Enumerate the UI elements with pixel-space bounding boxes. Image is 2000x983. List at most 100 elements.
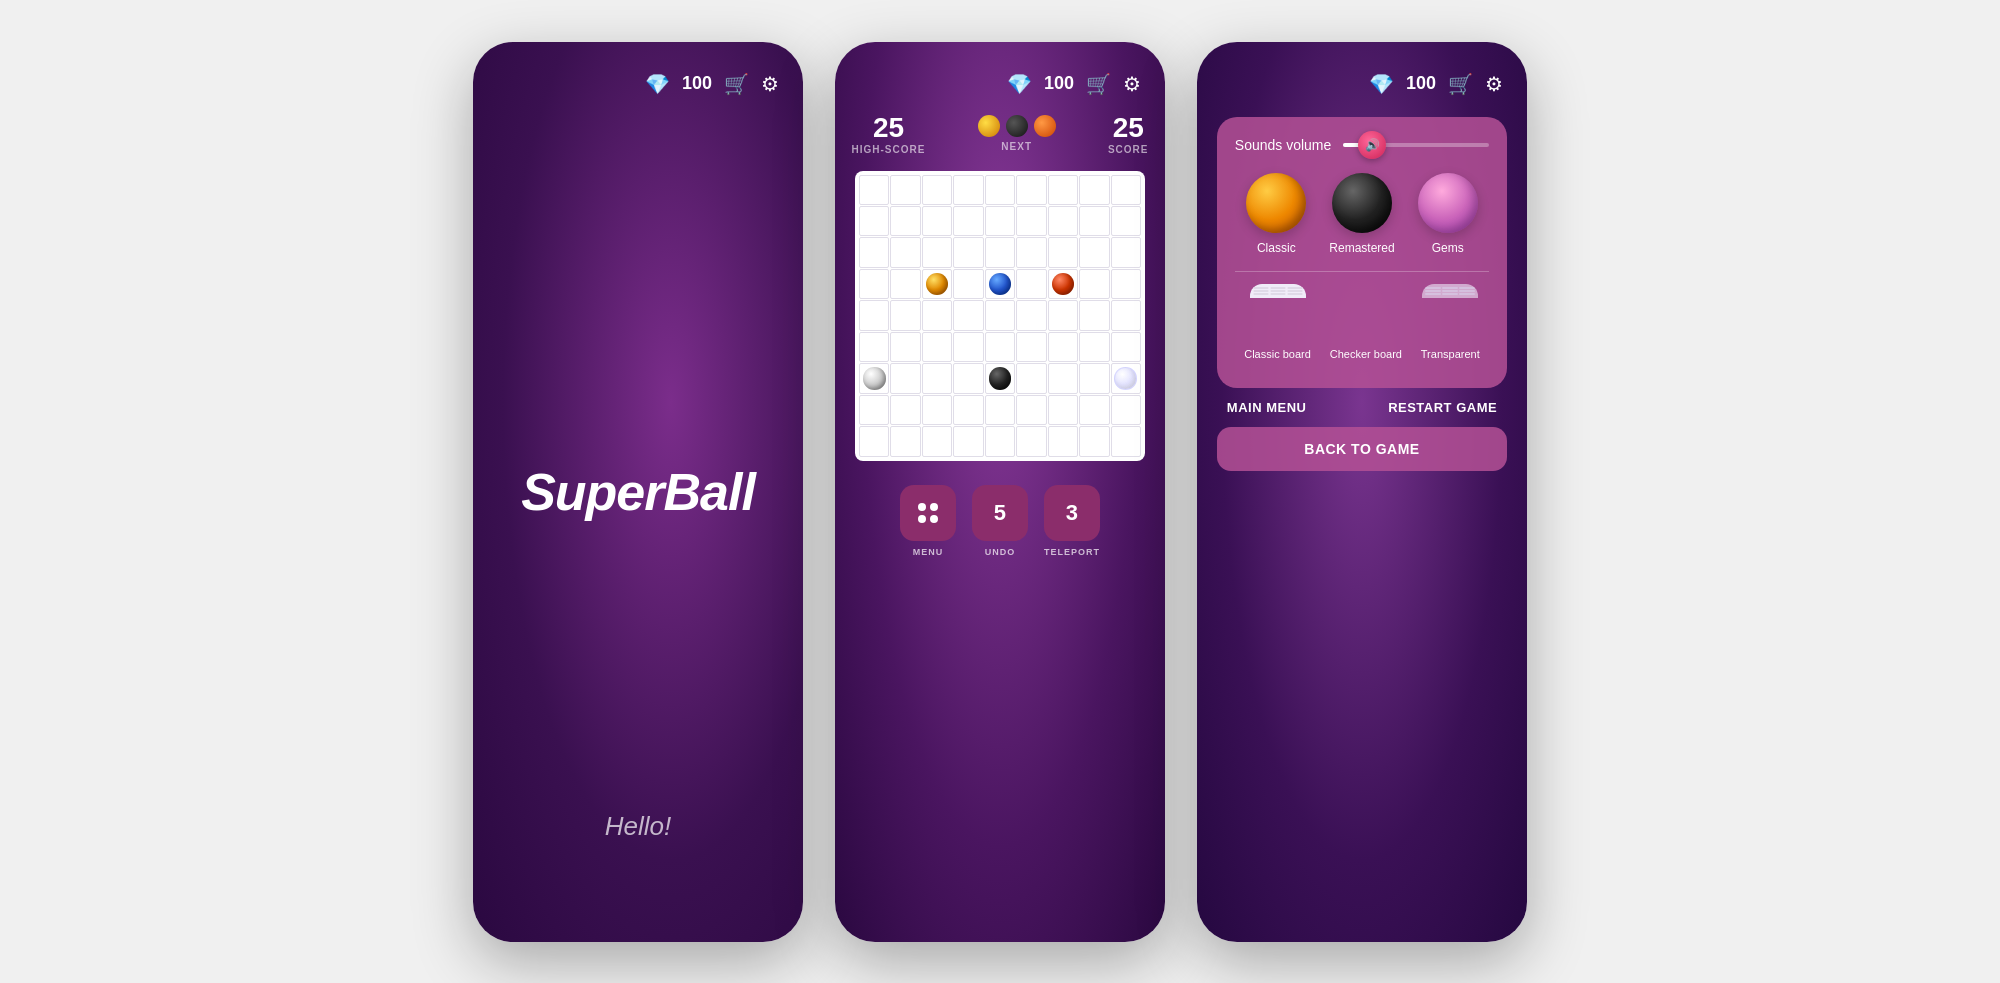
cell-3-8[interactable] (1079, 237, 1109, 267)
cart-button-1[interactable]: 🛒 (724, 72, 749, 96)
cell-7-4[interactable] (953, 363, 983, 393)
cell-6-8[interactable] (1079, 332, 1109, 362)
cell-1-8[interactable] (1079, 175, 1109, 205)
cell-8-3[interactable] (922, 395, 952, 425)
cell-9-8[interactable] (1079, 426, 1109, 456)
cell-9-6[interactable] (1016, 426, 1046, 456)
cell-3-7[interactable] (1048, 237, 1078, 267)
cell-6-9[interactable] (1111, 332, 1141, 362)
menu-button[interactable] (900, 485, 956, 541)
cell-8-6[interactable] (1016, 395, 1046, 425)
cell-1-9[interactable] (1111, 175, 1141, 205)
cell-2-7[interactable] (1048, 206, 1078, 236)
cell-7-5[interactable] (985, 363, 1015, 393)
cell-7-7[interactable] (1048, 363, 1078, 393)
cell-7-6[interactable] (1016, 363, 1046, 393)
cell-2-1[interactable] (859, 206, 889, 236)
board-option-checker[interactable]: Checker board (1330, 284, 1402, 360)
cell-5-3[interactable] (922, 300, 952, 330)
cell-1-2[interactable] (890, 175, 920, 205)
cell-8-4[interactable] (953, 395, 983, 425)
cell-7-2[interactable] (890, 363, 920, 393)
cell-2-5[interactable] (985, 206, 1015, 236)
cell-3-9[interactable] (1111, 237, 1141, 267)
cell-9-1[interactable] (859, 426, 889, 456)
cell-3-5[interactable] (985, 237, 1015, 267)
cell-4-9[interactable] (1111, 269, 1141, 299)
cell-5-6[interactable] (1016, 300, 1046, 330)
cell-9-7[interactable] (1048, 426, 1078, 456)
cell-9-4[interactable] (953, 426, 983, 456)
cell-5-8[interactable] (1079, 300, 1109, 330)
cell-1-3[interactable] (922, 175, 952, 205)
cart-button-2[interactable]: 🛒 (1086, 72, 1111, 96)
cell-3-6[interactable] (1016, 237, 1046, 267)
teleport-button[interactable]: 3 (1044, 485, 1100, 541)
cell-5-5[interactable] (985, 300, 1015, 330)
cell-7-1[interactable] (859, 363, 889, 393)
cell-8-9[interactable] (1111, 395, 1141, 425)
settings-button-2[interactable]: ⚙ (1123, 72, 1141, 96)
cell-2-9[interactable] (1111, 206, 1141, 236)
cell-3-4[interactable] (953, 237, 983, 267)
cell-5-1[interactable] (859, 300, 889, 330)
cell-4-6[interactable] (1016, 269, 1046, 299)
cart-button-3[interactable]: 🛒 (1448, 72, 1473, 96)
restart-game-button[interactable]: RESTART GAME (1388, 400, 1497, 415)
cell-7-9[interactable] (1111, 363, 1141, 393)
cell-4-4[interactable] (953, 269, 983, 299)
settings-button-3[interactable]: ⚙ (1485, 72, 1503, 96)
cell-8-7[interactable] (1048, 395, 1078, 425)
cell-4-1[interactable] (859, 269, 889, 299)
slider-thumb[interactable]: 🔊 (1358, 131, 1386, 159)
cell-6-7[interactable] (1048, 332, 1078, 362)
volume-slider[interactable]: 🔊 (1343, 143, 1489, 147)
cell-8-1[interactable] (859, 395, 889, 425)
cell-8-5[interactable] (985, 395, 1015, 425)
cell-3-1[interactable] (859, 237, 889, 267)
board-option-transparent[interactable]: Transparent (1421, 284, 1480, 360)
cell-4-5[interactable] (985, 269, 1015, 299)
cell-6-2[interactable] (890, 332, 920, 362)
ball-option-gems[interactable]: Gems (1418, 173, 1478, 255)
cell-1-1[interactable] (859, 175, 889, 205)
settings-button-1[interactable]: ⚙ (761, 72, 779, 96)
cell-1-6[interactable] (1016, 175, 1046, 205)
cell-7-8[interactable] (1079, 363, 1109, 393)
cell-7-3[interactable] (922, 363, 952, 393)
cell-5-7[interactable] (1048, 300, 1078, 330)
cell-4-3[interactable] (922, 269, 952, 299)
cell-6-4[interactable] (953, 332, 983, 362)
cell-1-5[interactable] (985, 175, 1015, 205)
cell-9-2[interactable] (890, 426, 920, 456)
game-board[interactable] (855, 171, 1145, 461)
cell-2-6[interactable] (1016, 206, 1046, 236)
cell-1-4[interactable] (953, 175, 983, 205)
cell-5-2[interactable] (890, 300, 920, 330)
cell-4-8[interactable] (1079, 269, 1109, 299)
cell-2-4[interactable] (953, 206, 983, 236)
ball-option-remastered[interactable]: Remastered (1329, 173, 1394, 255)
cell-6-6[interactable] (1016, 332, 1046, 362)
cell-6-1[interactable] (859, 332, 889, 362)
cell-5-9[interactable] (1111, 300, 1141, 330)
ball-option-classic[interactable]: Classic (1246, 173, 1306, 255)
cell-8-2[interactable] (890, 395, 920, 425)
cell-3-2[interactable] (890, 237, 920, 267)
cell-8-8[interactable] (1079, 395, 1109, 425)
cell-2-2[interactable] (890, 206, 920, 236)
cell-1-7[interactable] (1048, 175, 1078, 205)
cell-3-3[interactable] (922, 237, 952, 267)
back-to-game-button[interactable]: BACK TO GAME (1217, 427, 1507, 471)
main-menu-button[interactable]: MAIN MENU (1227, 400, 1307, 415)
cell-2-3[interactable] (922, 206, 952, 236)
cell-6-5[interactable] (985, 332, 1015, 362)
cell-6-3[interactable] (922, 332, 952, 362)
undo-button[interactable]: 5 (972, 485, 1028, 541)
cell-4-7[interactable] (1048, 269, 1078, 299)
cell-9-3[interactable] (922, 426, 952, 456)
cell-9-5[interactable] (985, 426, 1015, 456)
cell-2-8[interactable] (1079, 206, 1109, 236)
cell-4-2[interactable] (890, 269, 920, 299)
cell-5-4[interactable] (953, 300, 983, 330)
